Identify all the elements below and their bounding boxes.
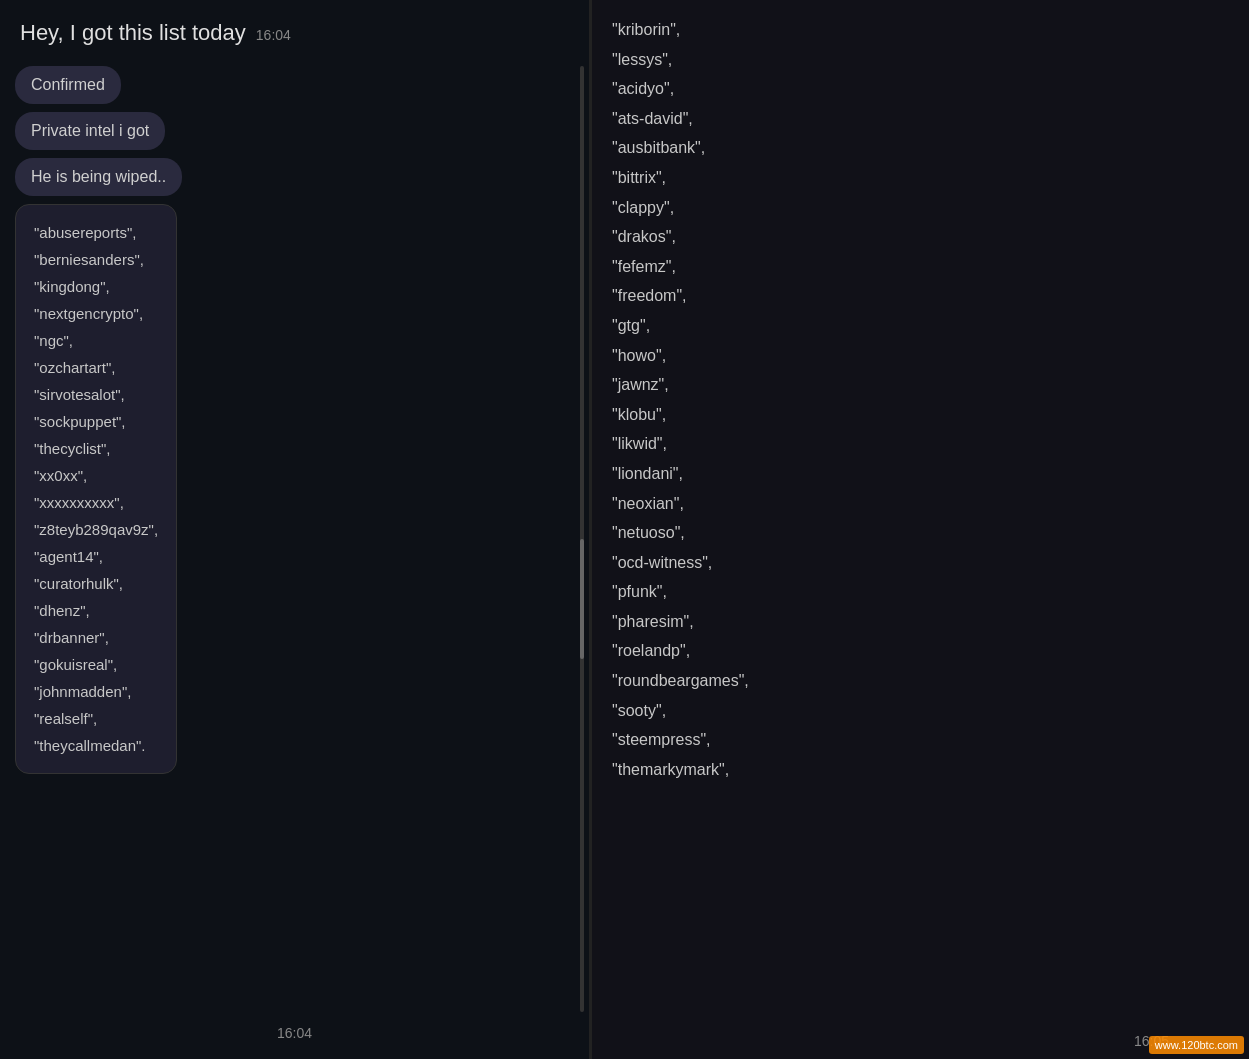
list-item: "ausbitbank", <box>612 133 1229 163</box>
list-item: "drbanner", <box>34 624 158 651</box>
list-item: "steempress", <box>612 725 1229 755</box>
list-item: "jawnz", <box>612 370 1229 400</box>
list-item: "gtg", <box>612 311 1229 341</box>
list-item: "freedom", <box>612 281 1229 311</box>
list-item: "nextgencrypto", <box>34 300 158 327</box>
left-panel: Hey, I got this list today 16:04 Confirm… <box>0 0 589 1059</box>
list-item: "howo", <box>612 341 1229 371</box>
message-header-text: Hey, I got this list today <box>20 20 246 46</box>
list-item: "ozchartart", <box>34 354 158 381</box>
right-panel: "kriborin","lessys","acidyo","ats-david"… <box>591 0 1249 1059</box>
list-item: "abusereports", <box>34 219 158 246</box>
list-item: "drakos", <box>612 222 1229 252</box>
list-item: "pharesim", <box>612 607 1229 637</box>
right-list-content: "kriborin","lessys","acidyo","ats-david"… <box>612 10 1229 789</box>
list-item: "pfunk", <box>612 577 1229 607</box>
list-item: "bittrix", <box>612 163 1229 193</box>
list-item: "sooty", <box>612 696 1229 726</box>
list-item: "themarkymark", <box>612 755 1229 785</box>
list-item: "likwid", <box>612 429 1229 459</box>
list-item: "ats-david", <box>612 104 1229 134</box>
list-item: "kriborin", <box>612 15 1229 45</box>
watermark: www.120btc.com <box>1149 1036 1244 1054</box>
list-item: "liondani", <box>612 459 1229 489</box>
list-item: "z8teyb289qav9z", <box>34 516 158 543</box>
list-item: "clappy", <box>612 193 1229 223</box>
list-item: "xxxxxxxxxx", <box>34 489 158 516</box>
list-item: "acidyo", <box>612 74 1229 104</box>
message-header-time: 16:04 <box>256 27 291 43</box>
list-item: "curatorhulk", <box>34 570 158 597</box>
list-item: "sockpuppet", <box>34 408 158 435</box>
list-item: "dhenz", <box>34 597 158 624</box>
left-list-bubble: "abusereports", "berniesanders", "kingdo… <box>15 204 177 774</box>
list-item: "gokuisreal", <box>34 651 158 678</box>
list-item: "netuoso", <box>612 518 1229 548</box>
message-header: Hey, I got this list today 16:04 <box>0 10 589 61</box>
list-item: "roelandp", <box>612 636 1229 666</box>
list-item: "realself", <box>34 705 158 732</box>
scrollbar-thumb[interactable] <box>580 539 584 659</box>
list-item: "roundbeargames", <box>612 666 1229 696</box>
list-item: "agent14", <box>34 543 158 570</box>
chat-container: Hey, I got this list today 16:04 Confirm… <box>0 0 1249 1059</box>
list-item: "xx0xx", <box>34 462 158 489</box>
scrollbar-track[interactable] <box>580 66 584 1012</box>
list-item: "kingdong", <box>34 273 158 300</box>
bubble-being-wiped: He is being wiped.. <box>15 158 182 196</box>
list-item: "ngc", <box>34 327 158 354</box>
list-item: "theycallmedan". <box>34 732 158 759</box>
list-item: "ocd-witness", <box>612 548 1229 578</box>
list-item: "neoxian", <box>612 489 1229 519</box>
right-list: "kriborin","lessys","acidyo","ats-david"… <box>612 10 1229 1049</box>
bubble-container: Confirmed Private intel i got He is bein… <box>0 61 589 1017</box>
list-item: "klobu", <box>612 400 1229 430</box>
bubble-private-intel: Private intel i got <box>15 112 165 150</box>
left-timestamp: 16:04 <box>0 1017 589 1049</box>
list-item: "berniesanders", <box>34 246 158 273</box>
list-item: "fefemz", <box>612 252 1229 282</box>
list-item: "johnmadden", <box>34 678 158 705</box>
list-item: "lessys", <box>612 45 1229 75</box>
list-item: "sirvotesalot", <box>34 381 158 408</box>
bubble-confirmed: Confirmed <box>15 66 121 104</box>
list-item: "thecyclist", <box>34 435 158 462</box>
